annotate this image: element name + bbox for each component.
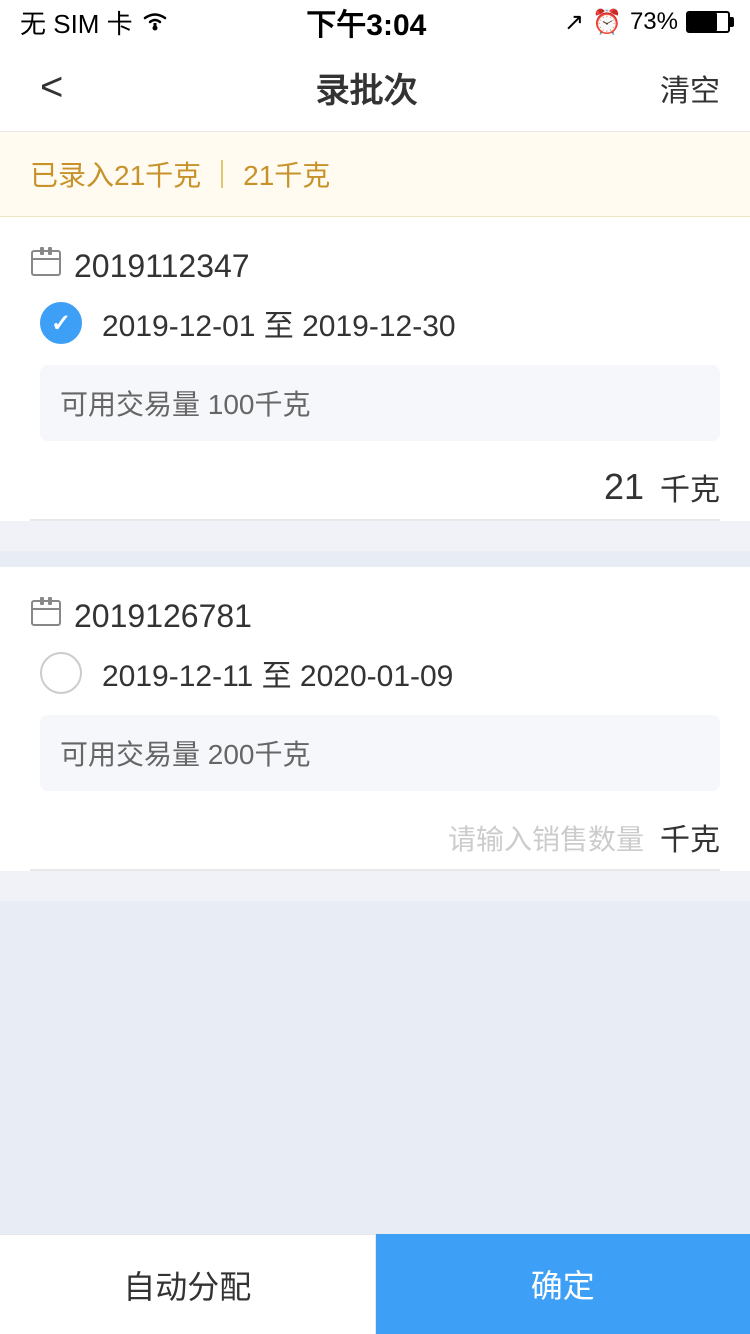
status-left: 无 SIM 卡 [20, 4, 169, 41]
batch-1-item: 2019112347 2019-12-01 至 2019-12-30 可用交易量… [0, 217, 750, 441]
batch-2-section: 2019126781 2019-12-11 至 2020-01-09 可用交易量… [0, 567, 750, 871]
wifi-icon [141, 7, 169, 38]
batch-1-section: 2019112347 2019-12-01 至 2019-12-30 可用交易量… [0, 217, 750, 521]
back-button[interactable]: < [30, 55, 73, 120]
batch-1-date: 2019-12-01 至 2019-12-30 [102, 301, 456, 345]
info-divider [221, 160, 223, 188]
batch-1-avail-box: 可用交易量 100千克 [40, 365, 720, 441]
batch-1-amount-value: 21 [604, 466, 644, 508]
batch-2-item: 2019126781 2019-12-11 至 2020-01-09 可用交易量… [0, 567, 750, 791]
info-banner: 已录入21千克 21千克 [0, 132, 750, 217]
bottom-bar: 自动分配 确定 [0, 1234, 750, 1334]
battery-icon [686, 11, 730, 33]
batch-2-amount-row: 千克 [0, 791, 750, 859]
batch-1-radio[interactable] [40, 302, 82, 344]
batch-2-header: 2019126781 [30, 597, 720, 635]
page-title: 录批次 [316, 63, 418, 112]
batch-2-date-row: 2019-12-11 至 2020-01-09 [30, 651, 720, 695]
batch-1-date-row: 2019-12-01 至 2019-12-30 [30, 301, 720, 345]
batch-2-icon [30, 597, 62, 635]
batch-1-id: 2019112347 [74, 248, 250, 285]
time-display: 下午3:04 [306, 0, 426, 44]
batch-2-unit: 千克 [660, 815, 720, 859]
batch-2-id: 2019126781 [74, 598, 252, 635]
status-right: ↗ ⏰ 73% [564, 8, 730, 37]
status-bar: 无 SIM 卡 下午3:04 ↗ ⏰ 73% [0, 0, 750, 44]
batch-1-unit: 千克 [660, 465, 720, 509]
batch-2-radio[interactable] [40, 652, 82, 694]
batch-2-quantity-input[interactable] [444, 816, 644, 858]
battery-percent: 73% [630, 8, 678, 36]
batch-1-icon [30, 247, 62, 285]
batch-1-avail: 可用交易量 100千克 [60, 389, 311, 420]
section-divider [0, 551, 750, 567]
clear-button[interactable]: 清空 [660, 66, 720, 110]
nav-bar: < 录批次 清空 [0, 44, 750, 132]
alarm-icon: ⏰ [592, 8, 622, 37]
batch-1-header: 2019112347 [30, 247, 720, 285]
batch-2-date: 2019-12-11 至 2020-01-09 [102, 651, 453, 695]
confirm-button[interactable]: 确定 [376, 1234, 750, 1334]
total-amount: 21千克 [243, 154, 330, 194]
sim-status: 无 SIM 卡 [20, 4, 133, 41]
batch-1-divider [30, 519, 720, 521]
batch-2-avail-box: 可用交易量 200千克 [40, 715, 720, 791]
auto-distribute-button[interactable]: 自动分配 [0, 1234, 376, 1334]
recorded-amount: 已录入21千克 [30, 154, 201, 194]
batch-1-amount-row: 21 千克 [0, 441, 750, 509]
batch-2-avail: 可用交易量 200千克 [60, 739, 311, 770]
batch-2-divider [30, 869, 720, 871]
batch-2-input-wrapper [30, 816, 644, 858]
location-icon: ↗ [564, 8, 584, 37]
